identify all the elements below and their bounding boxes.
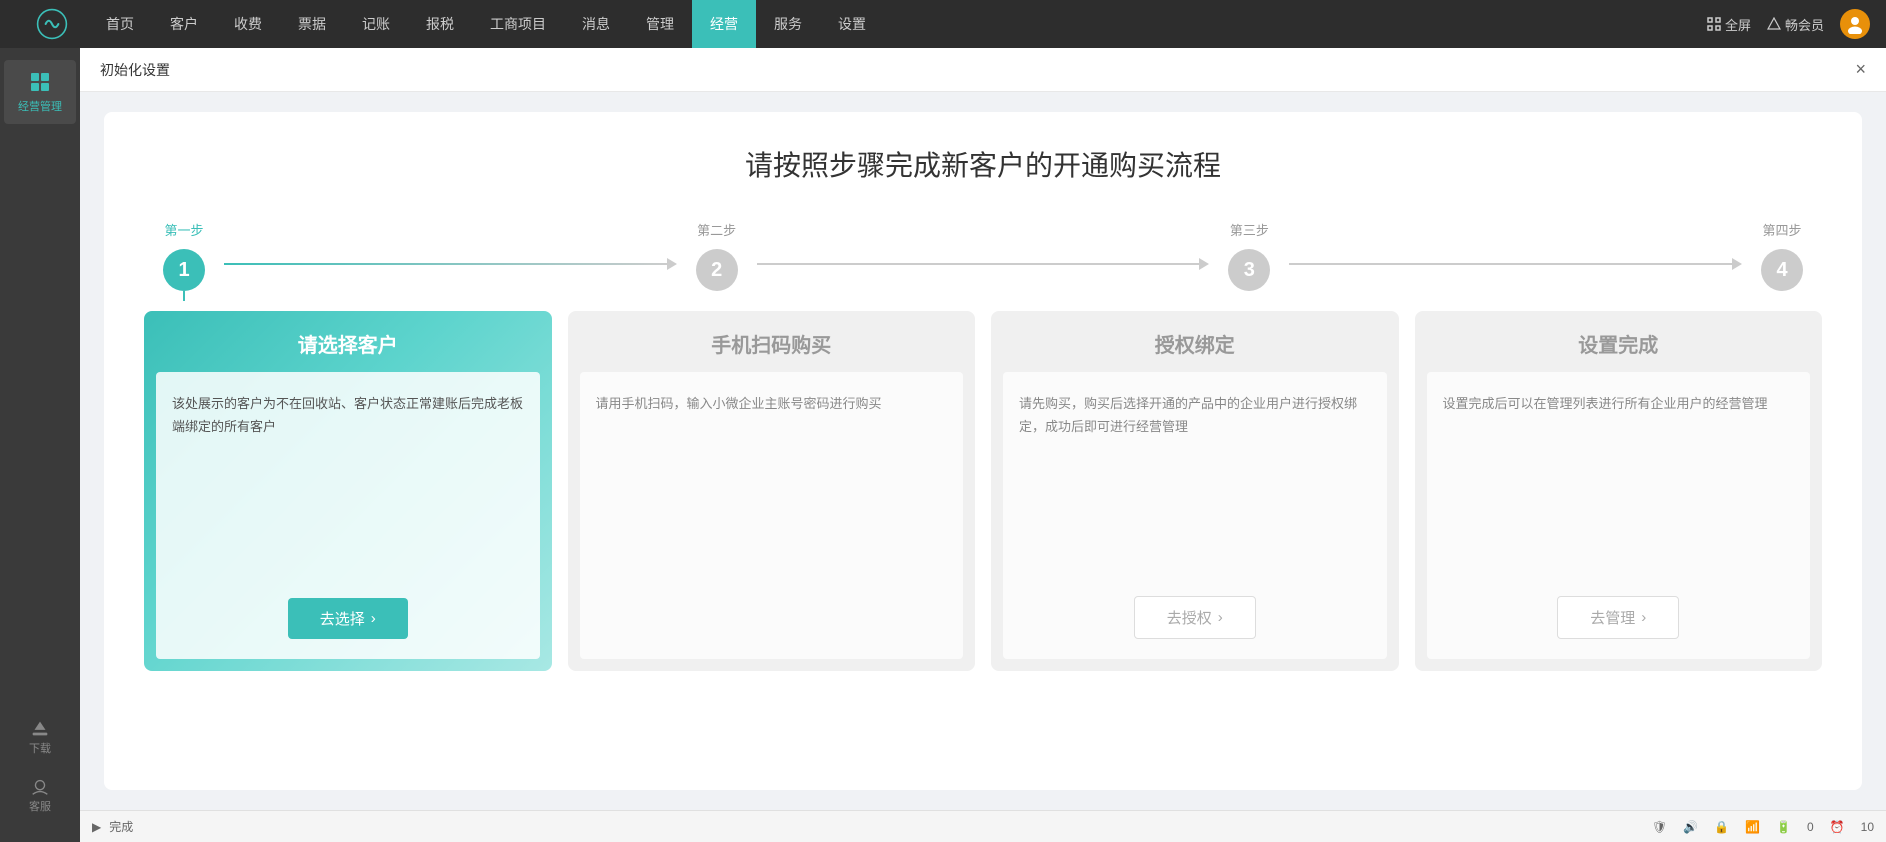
process-card: 请按照步骤完成新客户的开通购买流程 第一步 1 xyxy=(104,112,1862,790)
step-col-3-footer: 去授权 › xyxy=(1003,580,1387,659)
nav-account[interactable]: 记账 xyxy=(344,0,408,48)
app-logo xyxy=(16,8,88,40)
time-value: 10 xyxy=(1861,820,1874,834)
connector-3-4 xyxy=(1289,258,1742,270)
step-2-indicator: 第二步 2 xyxy=(677,220,757,291)
vip-button[interactable]: 畅会员 xyxy=(1767,15,1824,34)
step-col-3-body: 请先购买，购买后选择开通的产品中的企业用户进行授权绑定，成功后即可进行经营管理 xyxy=(1003,372,1387,580)
step-2-label: 第二步 xyxy=(697,220,736,239)
step-col-2-header: 手机扫码购买 xyxy=(568,311,976,372)
nav-service[interactable]: 服务 xyxy=(756,0,820,48)
step-1-btn-arrow: › xyxy=(371,610,376,627)
status-label: 完成 xyxy=(109,818,133,835)
nav-message[interactable]: 消息 xyxy=(564,0,628,48)
sidebar-item-operations[interactable]: 经营管理 xyxy=(4,60,76,124)
step-1-indicator: 第一步 1 xyxy=(144,220,224,291)
nav-settings[interactable]: 设置 xyxy=(820,0,884,48)
nav-biz-project[interactable]: 工商项目 xyxy=(472,0,564,48)
nav-manage[interactable]: 管理 xyxy=(628,0,692,48)
step-2-circle: 2 xyxy=(696,249,738,291)
step-3-btn-label: 去授权 xyxy=(1167,607,1212,628)
customer-service-label: 客服 xyxy=(29,798,51,814)
nav-operations[interactable]: 经营 xyxy=(692,0,756,48)
step-col-1: 请选择客户 该处展示的客户为不在回收站、客户状态正常建账后完成老板端绑定的所有客… xyxy=(144,311,552,671)
step-col-4-header: 设置完成 xyxy=(1415,311,1823,372)
top-navigation: 首页 客户 收费 票据 记账 报税 工商项目 消息 管理 经营 服务 设置 全屏… xyxy=(0,0,1886,48)
step-1-btn-label: 去选择 xyxy=(320,608,365,629)
shield-icon: 🛡 xyxy=(1652,820,1667,834)
connector-2-3 xyxy=(757,258,1210,270)
clock-icon: ⏰ xyxy=(1830,820,1845,834)
step-3-label: 第三步 xyxy=(1230,220,1269,239)
step-1-tick xyxy=(183,291,185,301)
download-label: 下载 xyxy=(29,740,51,756)
nav-items: 首页 客户 收费 票据 记账 报税 工商项目 消息 管理 经营 服务 设置 xyxy=(88,0,1707,48)
battery-icon: 🔋 xyxy=(1776,820,1791,834)
step-3-btn-arrow: › xyxy=(1218,609,1223,626)
step-col-2-footer xyxy=(580,623,964,659)
sidebar-item-label: 经营管理 xyxy=(18,100,62,114)
vip-label: 畅会员 xyxy=(1785,15,1824,34)
card-area: 请按照步骤完成新客户的开通购买流程 第一步 1 xyxy=(80,92,1886,810)
step-col-3-header: 授权绑定 xyxy=(991,311,1399,372)
step-col-4-footer: 去管理 › xyxy=(1427,580,1811,659)
user-avatar[interactable] xyxy=(1840,9,1870,39)
sidebar-customer-service[interactable]: 客服 xyxy=(4,768,76,822)
page-header: 初始化设置 × xyxy=(80,48,1886,92)
main-layout: 经营管理 下载 客服 初始化设置 × 请按照步骤完成新客户的开通购买流程 xyxy=(0,48,1886,842)
play-icon: ▶ xyxy=(92,820,101,834)
steps-indicator: 第一步 1 第二步 xyxy=(144,220,1822,291)
step-col-1-body: 该处展示的客户为不在回收站、客户状态正常建账后完成老板端绑定的所有客户 xyxy=(156,372,540,582)
sidebar-bottom: 下载 客服 xyxy=(4,710,76,842)
volume-icon: 🔊 xyxy=(1683,820,1698,834)
step-col-2: 手机扫码购买 请用手机扫码，输入小微企业主账号密码进行购买 xyxy=(568,311,976,671)
step-4-btn-label: 去管理 xyxy=(1590,607,1635,628)
fullscreen-label: 全屏 xyxy=(1725,15,1751,34)
step-3-circle: 3 xyxy=(1228,249,1270,291)
steps-columns: 请选择客户 该处展示的客户为不在回收站、客户状态正常建账后完成老板端绑定的所有客… xyxy=(144,311,1822,671)
network-icon: 📶 xyxy=(1745,820,1760,834)
page-title: 初始化设置 xyxy=(100,60,170,80)
nav-fee[interactable]: 收费 xyxy=(216,0,280,48)
step-col-3: 授权绑定 请先购买，购买后选择开通的产品中的企业用户进行授权绑定，成功后即可进行… xyxy=(991,311,1399,671)
step-1-action-button[interactable]: 去选择 › xyxy=(288,598,408,639)
close-button[interactable]: × xyxy=(1855,59,1866,80)
step-3-action-button[interactable]: 去授权 › xyxy=(1134,596,1256,639)
lock-icon: 🔒 xyxy=(1714,820,1729,834)
process-title: 请按照步骤完成新客户的开通购买流程 xyxy=(144,144,1822,184)
step-col-2-body: 请用手机扫码，输入小微企业主账号密码进行购买 xyxy=(580,372,964,623)
nav-invoice[interactable]: 票据 xyxy=(280,0,344,48)
step-1-label: 第一步 xyxy=(164,220,203,239)
step-4-action-button[interactable]: 去管理 › xyxy=(1557,596,1679,639)
step-col-1-header: 请选择客户 xyxy=(144,311,552,372)
status-bar: ▶ 完成 🛡 🔊 🔒 📶 🔋 0 ⏰ 10 xyxy=(80,810,1886,842)
step-col-1-footer: 去选择 › xyxy=(156,582,540,659)
connector-1-2 xyxy=(224,258,677,270)
step-1-circle: 1 xyxy=(163,249,205,291)
sidebar: 经营管理 下载 客服 xyxy=(0,48,80,842)
sidebar-download[interactable]: 下载 xyxy=(4,710,76,764)
fullscreen-button[interactable]: 全屏 xyxy=(1707,15,1751,34)
nav-home[interactable]: 首页 xyxy=(88,0,152,48)
step-col-4-body: 设置完成后可以在管理列表进行所有企业用户的经营管理 xyxy=(1427,372,1811,580)
time-display: 0 xyxy=(1807,820,1814,834)
nav-tax[interactable]: 报税 xyxy=(408,0,472,48)
main-content: 初始化设置 × 请按照步骤完成新客户的开通购买流程 第一步 1 xyxy=(80,48,1886,842)
step-4-btn-arrow: › xyxy=(1641,609,1646,626)
step-4-label: 第四步 xyxy=(1763,220,1802,239)
step-3-indicator: 第三步 3 xyxy=(1209,220,1289,291)
step-4-circle: 4 xyxy=(1761,249,1803,291)
nav-customer[interactable]: 客户 xyxy=(152,0,216,48)
step-col-4: 设置完成 设置完成后可以在管理列表进行所有企业用户的经营管理 去管理 › xyxy=(1415,311,1823,671)
nav-right: 全屏 畅会员 xyxy=(1707,9,1870,39)
step-4-indicator: 第四步 4 xyxy=(1742,220,1822,291)
status-right: 🛡 🔊 🔒 📶 🔋 0 ⏰ 10 xyxy=(1652,820,1874,834)
